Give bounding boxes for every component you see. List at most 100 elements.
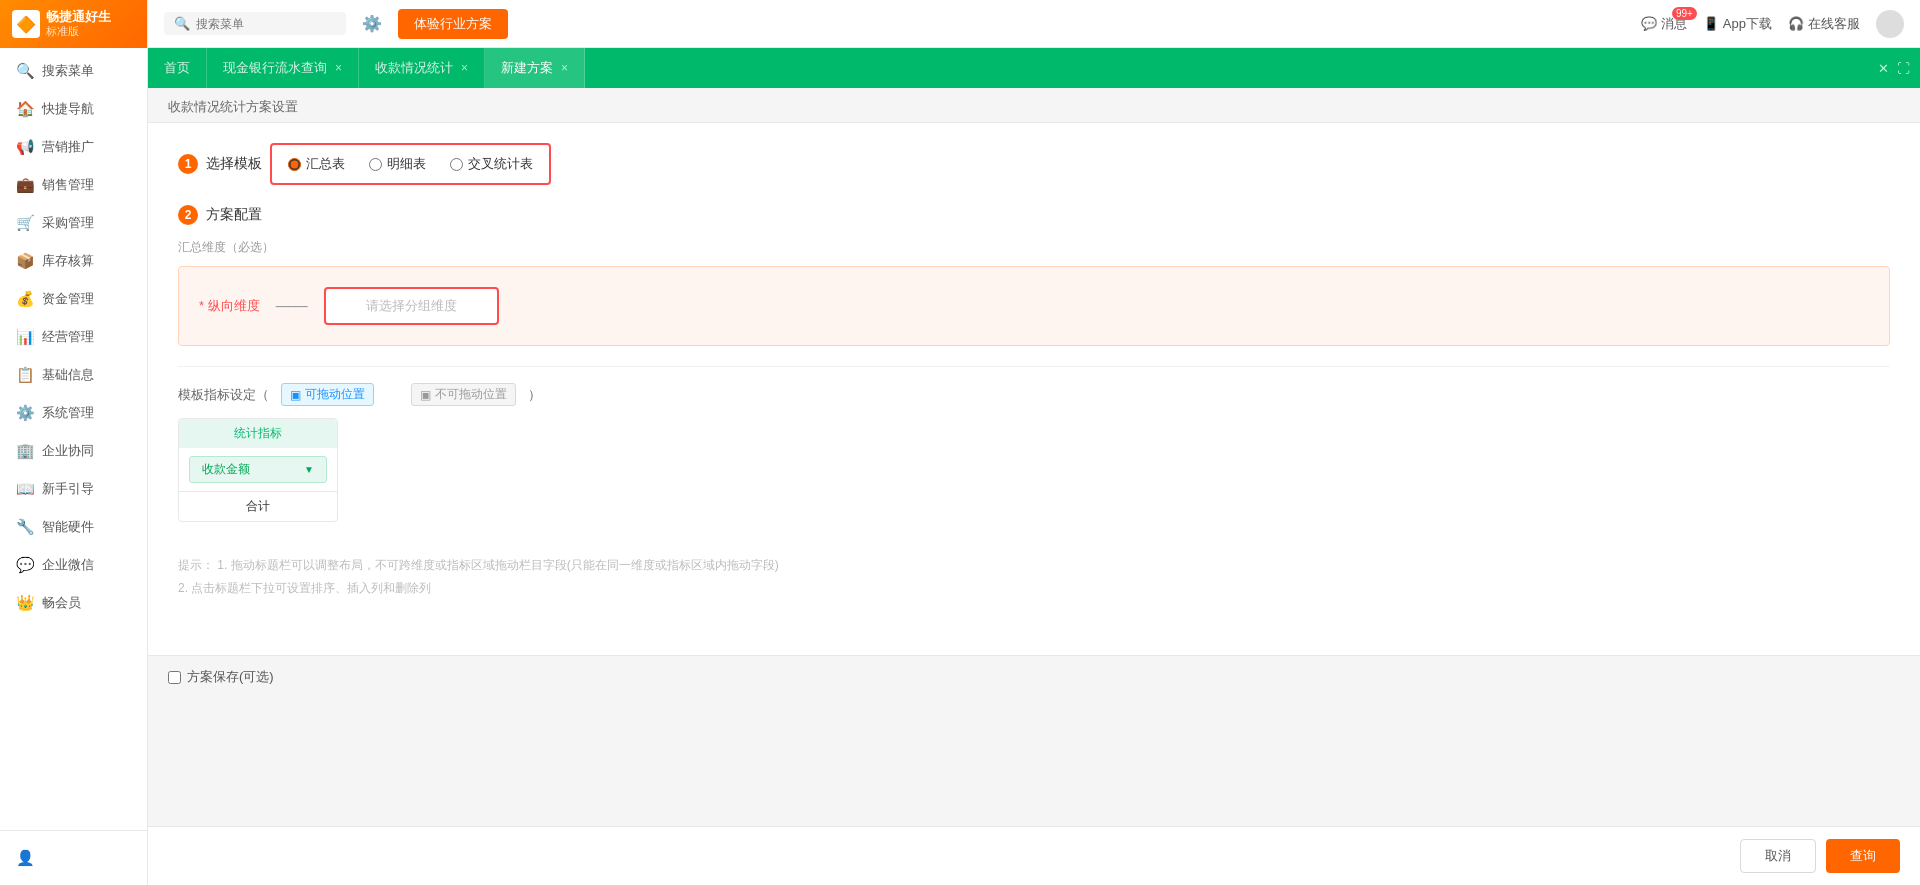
tabbar-actions: ✕ ⛶ <box>1868 48 1920 88</box>
sidebar-item-10[interactable]: 🏢 企业协同 <box>0 432 147 470</box>
nav-label-2: 营销推广 <box>42 138 94 156</box>
sidebar-item-5[interactable]: 📦库存核算 <box>0 242 147 280</box>
vertical-dimension-label: * 纵向维度 <box>199 297 260 315</box>
nav-icon-10: 🏢 <box>16 442 34 460</box>
download-label: App下载 <box>1723 15 1772 33</box>
dimension-area: * 纵向维度 —— 请选择分组维度 <box>178 266 1890 346</box>
nav-label-14: 畅会员 <box>42 594 81 612</box>
nav-icon-14: 👑 <box>16 594 34 612</box>
sidebar-logo: 🔶 畅捷通好生 标准版 <box>0 0 147 48</box>
save-checkbox-input[interactable] <box>168 671 181 684</box>
query-button[interactable]: 查询 <box>1826 839 1900 873</box>
tab-collection-close[interactable]: × <box>461 61 468 75</box>
window-maximize-icon[interactable]: ⛶ <box>1897 61 1910 76</box>
nav-label-10: 企业协同 <box>42 442 94 460</box>
template-option-cross[interactable]: 交叉统计表 <box>450 155 533 173</box>
dimension-placeholder[interactable]: 请选择分组维度 <box>324 287 499 325</box>
template-option-summary[interactable]: 汇总表 <box>288 155 345 173</box>
tab-new-plan-close[interactable]: × <box>561 61 568 75</box>
nav-icon-0: 🔍 <box>16 62 34 80</box>
sidebar-item-14[interactable]: 👑 畅会员 <box>0 584 147 622</box>
tip-text-2: 2. 点击标题栏下拉可设置排序、插入列和删除列 <box>178 581 431 595</box>
metrics-tag-collection[interactable]: 收款金额 ▼ <box>189 456 327 483</box>
step1-header: 1 选择模板 汇总表 明细表 交叉统计表 <box>178 143 1890 185</box>
sidebar: 🔶 畅捷通好生 标准版 🔍搜索菜单 🏠 快捷导航 📢营销推广 💼 销售管理 🛒 采购管理 📦库存… <box>0 0 148 885</box>
sidebar-item-bottom1[interactable]: 👤 <box>0 839 147 877</box>
save-checkbox-text: 方案保存(可选) <box>187 668 274 686</box>
tab-cashflow[interactable]: 现金银行流水查询 × <box>207 48 359 88</box>
metrics-section: 模板指标设定（ ▣ 可拖动位置 ▣ 不可拖动位置 ） 统计指标 <box>178 366 1890 525</box>
service-label: 在线客服 <box>1808 15 1860 33</box>
step2-number: 2 <box>178 205 198 225</box>
trial-button[interactable]: 体验行业方案 <box>398 9 508 39</box>
download-button[interactable]: 📱 App下载 <box>1703 15 1772 33</box>
search-bar[interactable]: 🔍 <box>164 12 346 35</box>
step2-header: 2 方案配置 <box>178 205 1890 225</box>
service-button[interactable]: 🎧 在线客服 <box>1788 15 1860 33</box>
sidebar-item-1[interactable]: 🏠 快捷导航 <box>0 90 147 128</box>
nav-label-9: 系统管理 <box>42 404 94 422</box>
step2-title: 方案配置 <box>206 206 262 224</box>
template-option-detail[interactable]: 明细表 <box>369 155 426 173</box>
tip-text-1: 提示： 1. 拖动标题栏可以调整布局，不可跨维度或指标区域拖动栏目字段(只能在同… <box>178 558 779 572</box>
settings-icon[interactable]: ⚙️ <box>358 10 386 37</box>
sidebar-item-9[interactable]: ⚙️ 系统管理 <box>0 394 147 432</box>
sidebar-item-8[interactable]: 📋基础信息 <box>0 356 147 394</box>
metrics-header: 模板指标设定（ ▣ 可拖动位置 ▣ 不可拖动位置 ） <box>178 383 1890 406</box>
message-icon: 💬 <box>1641 16 1657 31</box>
sidebar-item-0[interactable]: 🔍搜索菜单 <box>0 52 147 90</box>
window-minimize-icon[interactable]: ✕ <box>1878 61 1889 76</box>
tab-cashflow-close[interactable]: × <box>335 61 342 75</box>
nav-icon-5: 📦 <box>16 252 34 270</box>
template-radio-cross[interactable] <box>450 158 463 171</box>
sidebar-item-3[interactable]: 💼 销售管理 <box>0 166 147 204</box>
nav-label-1: 快捷导航 <box>42 100 94 118</box>
tab-home[interactable]: 首页 <box>148 48 207 88</box>
tab-new-plan[interactable]: 新建方案 × <box>485 48 585 88</box>
template-radio-summary[interactable] <box>288 158 301 171</box>
nav-label-6: 资金管理 <box>42 290 94 308</box>
nav-label-4: 采购管理 <box>42 214 94 232</box>
tab-collection-stats-label: 收款情况统计 <box>375 59 453 77</box>
form-panel: 1 选择模板 汇总表 明细表 交叉统计表 <box>148 123 1920 655</box>
no-drag-badge: ▣ 不可拖动位置 <box>411 383 516 406</box>
template-radio-detail[interactable] <box>369 158 382 171</box>
nav-label-3: 销售管理 <box>42 176 94 194</box>
search-input[interactable] <box>196 17 336 31</box>
nav-icon-9: ⚙️ <box>16 404 34 422</box>
sidebar-item-7[interactable]: 📊经营管理 <box>0 318 147 356</box>
tips-section: 提示： 1. 拖动标题栏可以调整布局，不可跨维度或指标区域拖动栏目字段(只能在同… <box>178 545 1890 615</box>
sidebar-item-11[interactable]: 📖新手引导 <box>0 470 147 508</box>
template-summary-label: 汇总表 <box>306 155 345 173</box>
notifications-count: 99+ <box>1672 7 1697 20</box>
sidebar-item-12[interactable]: 🔧智能硬件 <box>0 508 147 546</box>
sidebar-item-2[interactable]: 📢营销推广 <box>0 128 147 166</box>
nav-icon-1: 🏠 <box>16 100 34 118</box>
notifications-button[interactable]: 💬 消息 99+ <box>1641 15 1687 33</box>
template-cross-label: 交叉统计表 <box>468 155 533 173</box>
nav-icon-3: 💼 <box>16 176 34 194</box>
search-icon: 🔍 <box>174 16 190 31</box>
brand-name: 畅捷通好生 <box>46 9 111 25</box>
sidebar-item-4[interactable]: 🛒 采购管理 <box>0 204 147 242</box>
nav-icon-4: 🛒 <box>16 214 34 232</box>
tab-collection-stats[interactable]: 收款情况统计 × <box>359 48 485 88</box>
save-checkbox-label[interactable]: 方案保存(可选) <box>168 668 274 686</box>
cancel-button[interactable]: 取消 <box>1740 839 1816 873</box>
tab-cashflow-label: 现金银行流水查询 <box>223 59 327 77</box>
nav-label-13: 企业微信 <box>42 556 94 574</box>
dimension-section: 汇总维度（必选） * 纵向维度 —— 请选择分组维度 <box>178 239 1890 346</box>
nav-icon-13: 💬 <box>16 556 34 574</box>
nav-icon-6: 💰 <box>16 290 34 308</box>
user-avatar[interactable] <box>1876 10 1904 38</box>
step2-section: 2 方案配置 汇总维度（必选） * 纵向维度 —— 请选择分组维度 <box>178 205 1890 615</box>
sidebar-item-13[interactable]: 💬 企业微信 <box>0 546 147 584</box>
step1-title: 选择模板 <box>206 155 262 173</box>
page-breadcrumb: 收款情况统计方案设置 <box>148 88 1920 123</box>
bottom-icon1: 👤 <box>16 849 34 867</box>
sidebar-bottom: 👤 <box>0 830 147 885</box>
nav-label-11: 新手引导 <box>42 480 94 498</box>
footer-bar: 取消 查询 <box>148 826 1920 885</box>
sidebar-item-6[interactable]: 💰 资金管理 <box>0 280 147 318</box>
template-detail-label: 明细表 <box>387 155 426 173</box>
